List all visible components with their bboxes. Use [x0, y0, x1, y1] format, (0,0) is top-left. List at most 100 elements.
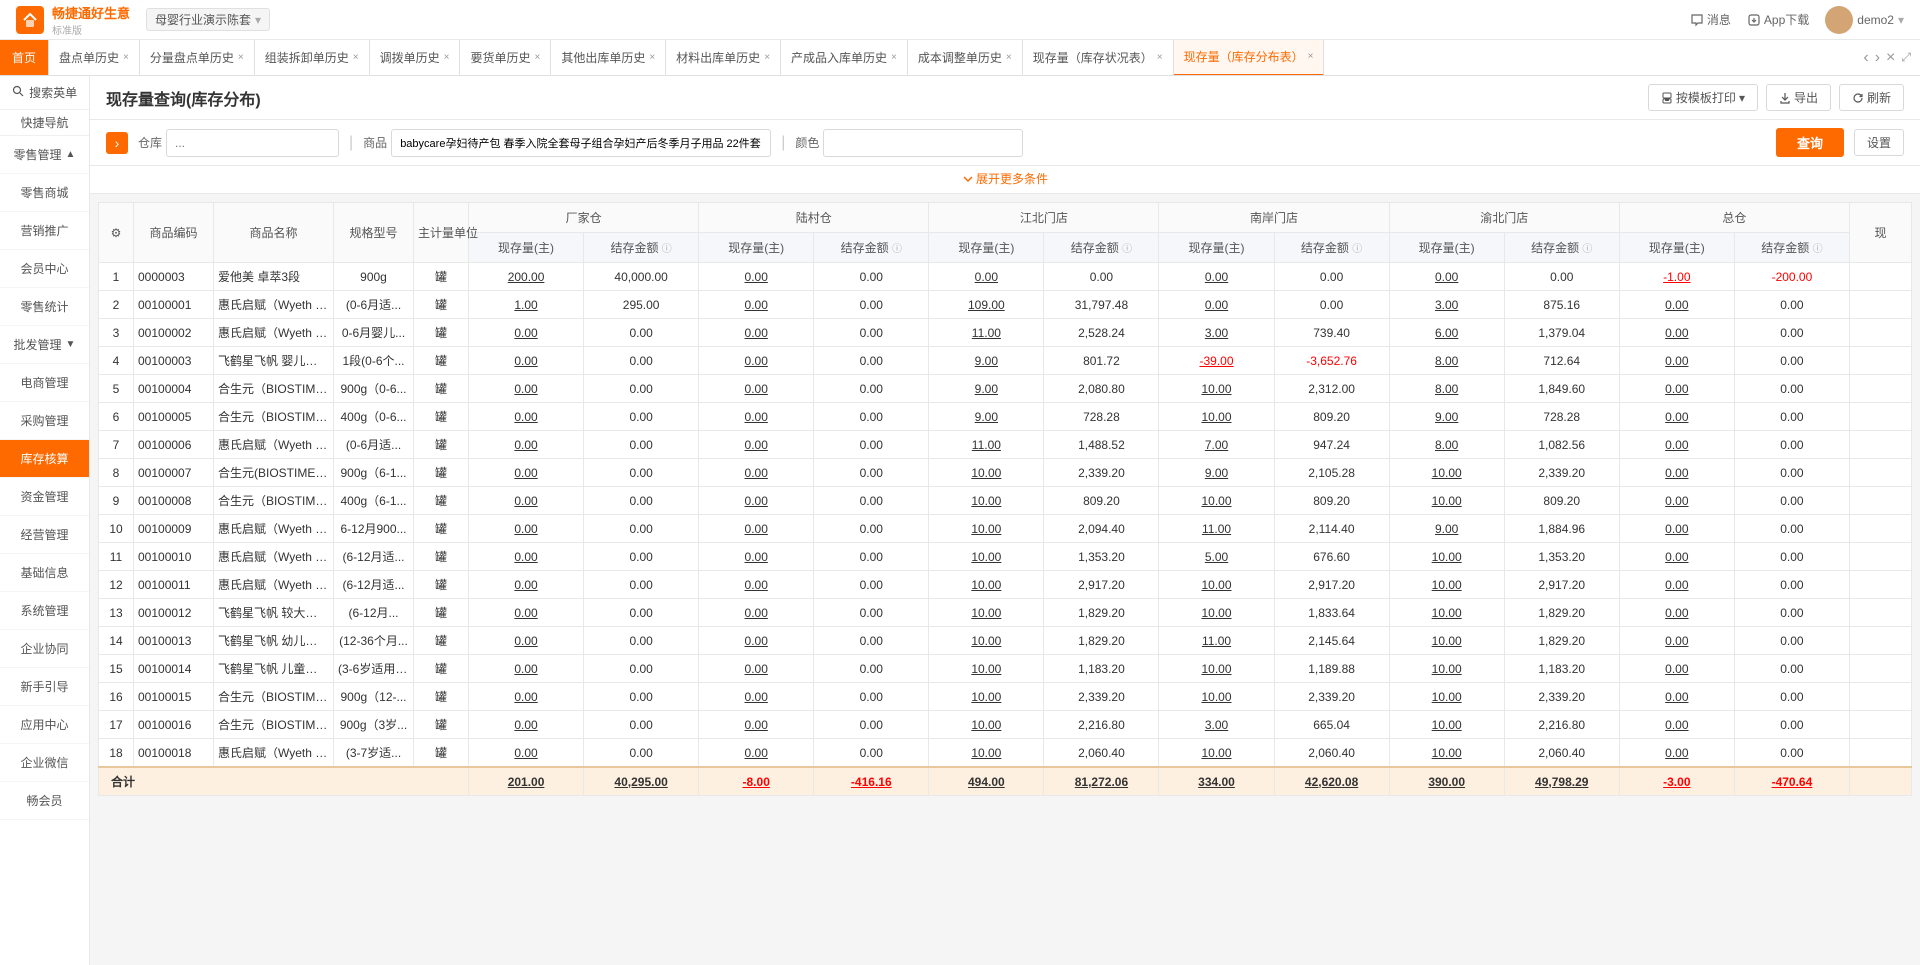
cell-total-qty[interactable]: 0.00 — [1619, 487, 1734, 515]
sidebar-item-wechat[interactable]: 企业微信 — [0, 744, 89, 782]
sidebar-item-inventory[interactable]: 库存核算 — [0, 440, 89, 478]
cell-total-qty[interactable]: 0.00 — [1619, 739, 1734, 768]
cell-nanan-qty[interactable]: 10.00 — [1159, 571, 1274, 599]
cell-lucun-qty[interactable]: 0.00 — [699, 543, 814, 571]
print-button[interactable]: 按模板打印 ▾ — [1648, 84, 1758, 111]
goods-input[interactable] — [391, 129, 771, 157]
refresh-button[interactable]: 刷新 — [1839, 84, 1904, 111]
cell-total-qty[interactable]: 0.00 — [1619, 515, 1734, 543]
cell-lucun-qty[interactable]: 0.00 — [699, 375, 814, 403]
cell-nanan-qty[interactable]: 10.00 — [1159, 739, 1274, 768]
warehouse-input[interactable] — [166, 129, 339, 157]
cell-yubei-qty[interactable]: 6.00 — [1389, 319, 1504, 347]
sidebar-item-purchase[interactable]: 采购管理 — [0, 402, 89, 440]
cell-total-qty[interactable]: 0.00 — [1619, 599, 1734, 627]
tab-inventory-dist[interactable]: 现存量（库存分布表）× — [1174, 40, 1325, 76]
cell-jiangbei-qty[interactable]: 10.00 — [929, 459, 1044, 487]
cell-lucun-qty[interactable]: 0.00 — [699, 711, 814, 739]
cell-lucun-qty[interactable]: 0.00 — [699, 627, 814, 655]
tab-close[interactable]: × — [123, 52, 129, 63]
color-input[interactable] — [823, 129, 1023, 157]
cell-nanan-qty[interactable]: 10.00 — [1159, 487, 1274, 515]
cell-yubei-qty[interactable]: 9.00 — [1389, 403, 1504, 431]
cell-jiangbei-qty[interactable]: 10.00 — [929, 711, 1044, 739]
tab-other-out[interactable]: 其他出库单历史 × — [551, 40, 666, 76]
cell-nanan-qty[interactable]: 10.00 — [1159, 375, 1274, 403]
cell-jiangbei-qty[interactable]: 10.00 — [929, 515, 1044, 543]
cell-factory-qty[interactable]: 0.00 — [469, 683, 584, 711]
cell-factory-qty[interactable]: 1.00 — [469, 291, 584, 319]
cell-factory-qty[interactable]: 0.00 — [469, 599, 584, 627]
cell-factory-qty[interactable]: 200.00 — [469, 263, 584, 291]
sidebar-item-ecommerce[interactable]: 电商管理 — [0, 364, 89, 402]
tab-close[interactable]: × — [1006, 52, 1012, 63]
cell-nanan-qty[interactable]: 9.00 — [1159, 459, 1274, 487]
cell-lucun-qty[interactable]: 0.00 — [699, 515, 814, 543]
cell-factory-qty[interactable]: 0.00 — [469, 711, 584, 739]
export-button[interactable]: 导出 — [1766, 84, 1831, 111]
user-avatar[interactable]: demo2 ▾ — [1825, 6, 1904, 34]
sidebar-item-wholesale[interactable]: 批发管理 ▼ — [0, 326, 89, 364]
cell-nanan-qty[interactable]: 11.00 — [1159, 515, 1274, 543]
tab-split-stocktake[interactable]: 分量盘点单历史 × — [140, 40, 255, 76]
cell-jiangbei-qty[interactable]: 10.00 — [929, 571, 1044, 599]
sidebar-item-member[interactable]: 会员中心 — [0, 250, 89, 288]
tab-finished-in[interactable]: 产成品入库单历史 × — [781, 40, 908, 76]
tab-inventory-status[interactable]: 现存量（库存状况表）× — [1023, 40, 1174, 76]
sidebar-item-member2[interactable]: 畅会员 — [0, 782, 89, 820]
tab-home[interactable]: 首页 — [0, 40, 49, 76]
tab-material-out[interactable]: 材料出库单历史 × — [666, 40, 781, 76]
tab-assembly[interactable]: 组装拆卸单历史 × — [255, 40, 370, 76]
settings-button[interactable]: 设置 — [1854, 129, 1904, 156]
cell-total-qty[interactable]: 0.00 — [1619, 319, 1734, 347]
cell-total-qty[interactable]: 0.00 — [1619, 347, 1734, 375]
cell-total-qty[interactable]: 0.00 — [1619, 291, 1734, 319]
cell-yubei-qty[interactable]: 8.00 — [1389, 347, 1504, 375]
cell-nanan-qty[interactable]: 5.00 — [1159, 543, 1274, 571]
cell-jiangbei-qty[interactable]: 0.00 — [929, 263, 1044, 291]
cell-jiangbei-qty[interactable]: 9.00 — [929, 375, 1044, 403]
cell-jiangbei-qty[interactable]: 109.00 — [929, 291, 1044, 319]
cell-lucun-qty[interactable]: 0.00 — [699, 431, 814, 459]
cell-factory-qty[interactable]: 0.00 — [469, 459, 584, 487]
cell-lucun-qty[interactable]: 0.00 — [699, 655, 814, 683]
expand-more-btn[interactable]: 展开更多条件 — [962, 170, 1048, 187]
cell-jiangbei-qty[interactable]: 10.00 — [929, 683, 1044, 711]
message-btn[interactable]: 消息 — [1690, 11, 1731, 28]
cell-total-qty[interactable]: 0.00 — [1619, 459, 1734, 487]
app-download-btn[interactable]: App下载 — [1747, 11, 1809, 28]
cell-nanan-qty[interactable]: 10.00 — [1159, 683, 1274, 711]
tab-close[interactable]: × — [444, 52, 450, 63]
cell-total-qty[interactable]: 0.00 — [1619, 655, 1734, 683]
cell-total-qty[interactable]: 0.00 — [1619, 403, 1734, 431]
cell-jiangbei-qty[interactable]: 9.00 — [929, 403, 1044, 431]
cell-total-qty[interactable]: 0.00 — [1619, 375, 1734, 403]
tab-close[interactable]: × — [1308, 51, 1314, 62]
cell-lucun-qty[interactable]: 0.00 — [699, 739, 814, 768]
cell-jiangbei-qty[interactable]: 9.00 — [929, 347, 1044, 375]
tab-cost-adjust[interactable]: 成本调整单历史 × — [908, 40, 1023, 76]
cell-factory-qty[interactable]: 0.00 — [469, 571, 584, 599]
tab-close[interactable]: × — [353, 52, 359, 63]
cell-jiangbei-qty[interactable]: 11.00 — [929, 431, 1044, 459]
cell-yubei-qty[interactable]: 8.00 — [1389, 431, 1504, 459]
cell-lucun-qty[interactable]: 0.00 — [699, 263, 814, 291]
cell-yubei-qty[interactable]: 10.00 — [1389, 655, 1504, 683]
sidebar-item-marketing[interactable]: 营销推广 — [0, 212, 89, 250]
cell-nanan-qty[interactable]: 10.00 — [1159, 403, 1274, 431]
cell-yubei-qty[interactable]: 10.00 — [1389, 487, 1504, 515]
cell-total-qty[interactable]: 0.00 — [1619, 543, 1734, 571]
cell-total-qty[interactable]: 0.00 — [1619, 683, 1734, 711]
cell-nanan-qty[interactable]: 3.00 — [1159, 711, 1274, 739]
cell-lucun-qty[interactable]: 0.00 — [699, 347, 814, 375]
sidebar-item-finance[interactable]: 资金管理 — [0, 478, 89, 516]
cell-nanan-qty[interactable]: 11.00 — [1159, 627, 1274, 655]
cell-jiangbei-qty[interactable]: 10.00 — [929, 627, 1044, 655]
tab-close[interactable]: × — [534, 52, 540, 63]
cell-yubei-qty[interactable]: 10.00 — [1389, 711, 1504, 739]
tab-purchase-req[interactable]: 要货单历史 × — [460, 40, 551, 76]
cell-jiangbei-qty[interactable]: 10.00 — [929, 543, 1044, 571]
cell-yubei-qty[interactable]: 10.00 — [1389, 739, 1504, 768]
cell-lucun-qty[interactable]: 0.00 — [699, 571, 814, 599]
sidebar-item-retail-stats[interactable]: 零售统计 — [0, 288, 89, 326]
